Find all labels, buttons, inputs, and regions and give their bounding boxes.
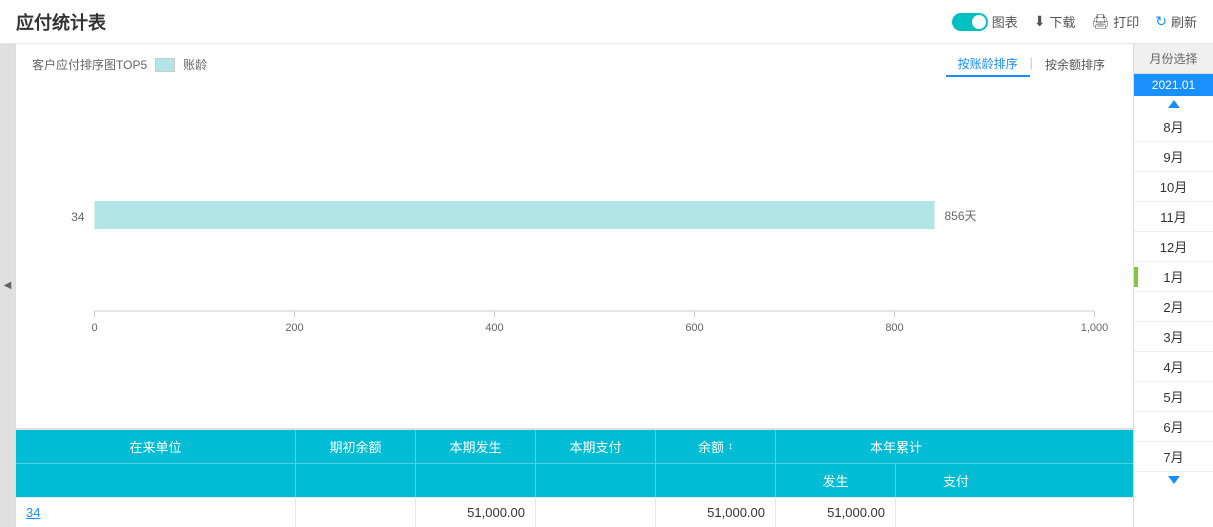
th-sub-opening [296, 464, 416, 497]
sidebar-current-year: 2021.01 [1134, 74, 1213, 96]
download-button[interactable]: ⬇ 下载 [1034, 12, 1076, 31]
sidebar-month-9[interactable]: 9月 [1134, 142, 1213, 172]
balance-sort-icon[interactable]: ↕ [728, 441, 733, 452]
table-header-row2: 发生 支付 [16, 463, 1133, 497]
refresh-icon: ↻ [1155, 13, 1167, 30]
sidebar-month-2[interactable]: 2月 [1134, 292, 1213, 322]
sidebar-down-button[interactable] [1134, 472, 1213, 488]
bar-chart: 34 856天 0 200 [32, 81, 1117, 361]
sidebar-month-header: 月份选择 [1134, 44, 1213, 74]
chart-table-section: 客户应付排序图TOP5 账龄 按账龄排序 | 按余额排序 34 [16, 44, 1133, 527]
th-sub-ytd-occurrence: 发生 [776, 464, 896, 497]
sidebar-month-1[interactable]: 1月 [1134, 262, 1213, 292]
table-row: 34 51,000.00 51,000.00 51,00 [16, 497, 1133, 527]
chart-area: 34 856天 0 200 [16, 81, 1133, 428]
svg-text:34: 34 [71, 210, 85, 224]
sidebar-month-10[interactable]: 10月 [1134, 172, 1213, 202]
refresh-button[interactable]: ↻ 刷新 [1155, 12, 1197, 31]
expand-sidebar-button[interactable]: ◀ [0, 44, 16, 527]
td-ytd-payment [896, 498, 1016, 527]
th-ytd: 本年累计 [776, 430, 1016, 463]
legend-text: 客户应付排序图TOP5 [32, 56, 147, 73]
chevron-down-icon [1168, 476, 1180, 484]
sidebar-month-3[interactable]: 3月 [1134, 322, 1213, 352]
chart-toggle-switch[interactable] [952, 13, 988, 31]
year-marker-2023: 2023 [1133, 267, 1138, 287]
sidebar-month-5[interactable]: 5月 [1134, 382, 1213, 412]
sidebar-month-7[interactable]: 7月 [1134, 442, 1213, 472]
main-area: ◀ 客户应付排序图TOP5 账龄 按账龄排序 | 按余额排序 [0, 44, 1213, 527]
download-label: 下载 [1049, 12, 1075, 31]
td-ytd-occurrence: 51,000.00 [776, 498, 896, 527]
th-current-occurrence: 本期发生 [416, 430, 536, 463]
td-current-payment [536, 498, 656, 527]
sidebar-month-4[interactable]: 4月 [1134, 352, 1213, 382]
th-sub-unit [16, 464, 296, 497]
chart-sort-buttons: 按账龄排序 | 按余额排序 [946, 52, 1117, 77]
th-unit: 在来单位 [16, 430, 296, 463]
th-sub-current-occ [416, 464, 536, 497]
td-current-occurrence: 51,000.00 [416, 498, 536, 527]
sidebar-month-12[interactable]: 12月 [1134, 232, 1213, 262]
svg-text:400: 400 [485, 322, 503, 334]
chart-toggle-item[interactable]: 图表 [952, 12, 1018, 31]
svg-text:856天: 856天 [945, 209, 977, 223]
page-title: 应付统计表 [16, 9, 106, 35]
th-sub-balance [656, 464, 776, 497]
sort-by-balance-button[interactable]: 按余额排序 [1033, 52, 1117, 77]
svg-text:800: 800 [885, 322, 903, 334]
svg-text:1,000: 1,000 [1081, 322, 1109, 334]
header-actions: 图表 ⬇ 下载 🖨 打印 ↻ 刷新 [952, 12, 1197, 31]
svg-text:600: 600 [685, 322, 703, 334]
print-label: 打印 [1113, 12, 1139, 31]
legend-box [155, 58, 175, 72]
th-sub-current-pay [536, 464, 656, 497]
bar-item [95, 201, 935, 229]
chart-controls: 客户应付排序图TOP5 账龄 按账龄排序 | 按余额排序 [16, 44, 1133, 81]
sidebar-month-8[interactable]: 8月 [1134, 112, 1213, 142]
chart-legend: 客户应付排序图TOP5 账龄 [32, 56, 207, 73]
chevron-up-icon [1168, 100, 1180, 108]
table-section: 在来单位 期初余额 本期发生 本期支付 余额 ↕ [16, 428, 1133, 527]
sort-by-account-button[interactable]: 按账龄排序 [946, 52, 1030, 77]
right-sidebar: 月份选择 2021.01 8月 9月 10月 11月 12月 [1133, 44, 1213, 527]
download-icon: ⬇ [1034, 13, 1046, 30]
svg-text:200: 200 [285, 322, 303, 334]
td-unit: 34 [16, 498, 296, 527]
table-header-row1: 在来单位 期初余额 本期发生 本期支付 余额 ↕ [16, 430, 1133, 463]
print-icon: 🖨 [1091, 13, 1109, 30]
app-header: 应付统计表 图表 ⬇ 下载 🖨 打印 ↻ 刷新 [0, 0, 1213, 44]
svg-text:0: 0 [91, 322, 97, 334]
td-opening-balance [296, 498, 416, 527]
th-opening-balance: 期初余额 [296, 430, 416, 463]
sidebar-month-11[interactable]: 11月 [1134, 202, 1213, 232]
th-sub-ytd-payment: 支付 [896, 464, 1016, 497]
sidebar-month-6[interactable]: 6月 [1134, 412, 1213, 442]
sidebar-up-button[interactable] [1134, 96, 1213, 112]
chart-label: 图表 [992, 12, 1018, 31]
th-balance: 余额 ↕ [656, 430, 776, 463]
legend-box-label: 账龄 [183, 56, 207, 73]
refresh-label: 刷新 [1171, 12, 1197, 31]
th-current-payment: 本期支付 [536, 430, 656, 463]
print-button[interactable]: 🖨 打印 [1091, 12, 1139, 31]
td-balance: 51,000.00 [656, 498, 776, 527]
unit-link[interactable]: 34 [26, 505, 40, 520]
expand-icon: ◀ [2, 280, 13, 291]
